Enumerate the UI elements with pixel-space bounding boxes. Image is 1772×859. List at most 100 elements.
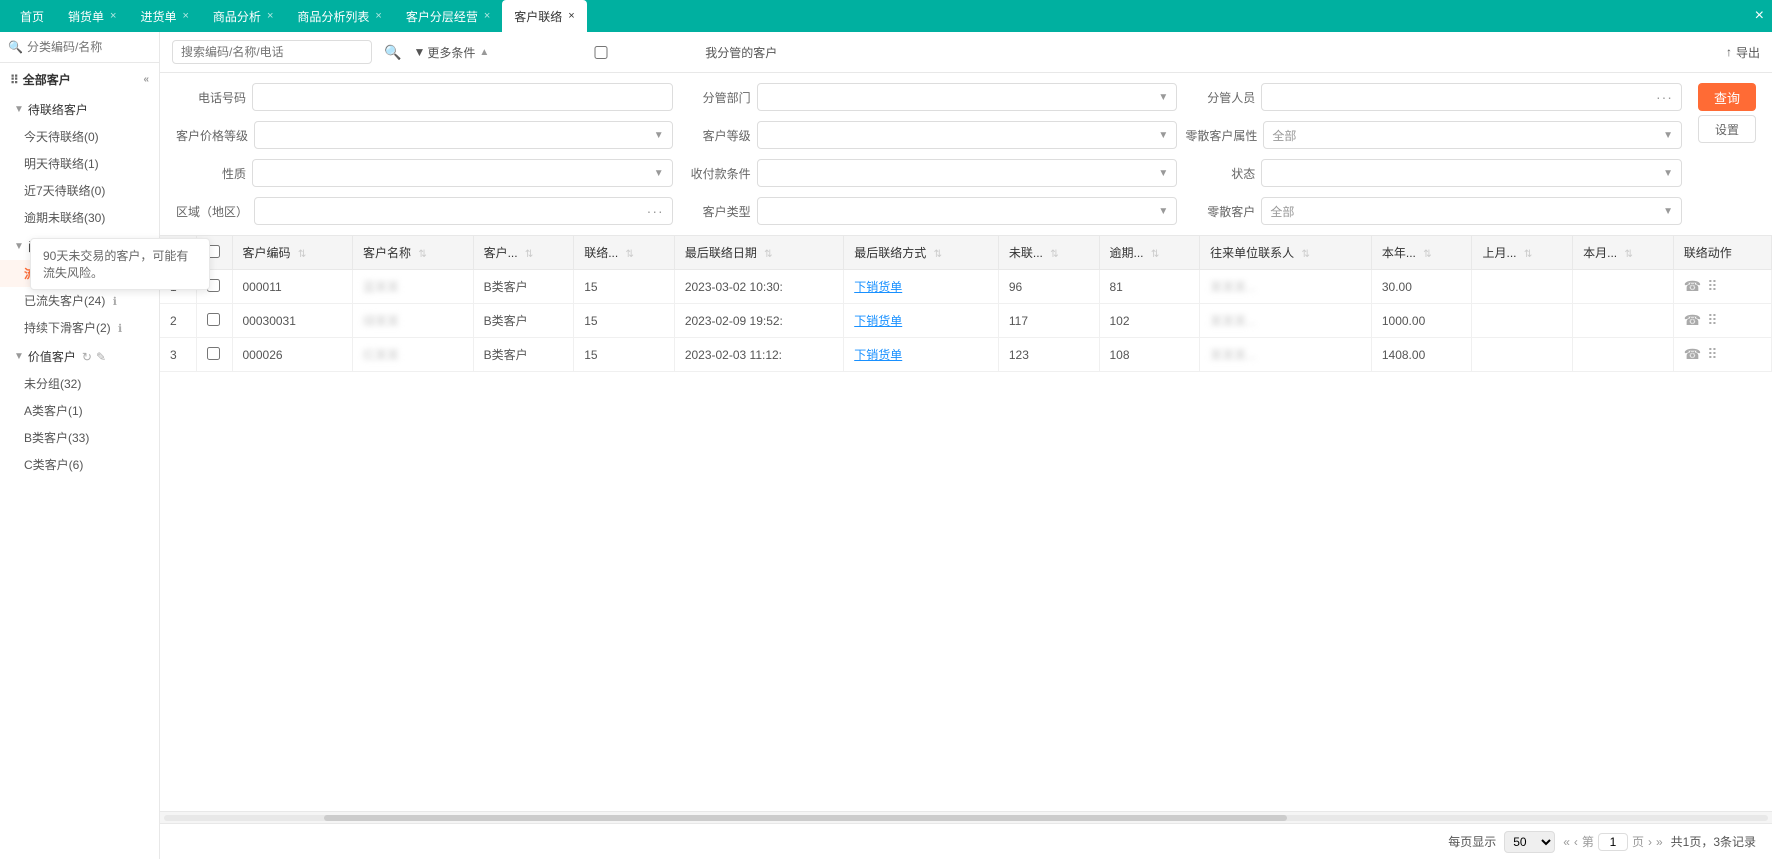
value-refresh-icon[interactable]: ↻ bbox=[82, 350, 92, 364]
col-this-year-sort[interactable]: ⇅ bbox=[1423, 249, 1431, 260]
col-name-sort[interactable]: ⇅ bbox=[418, 249, 426, 260]
main-container: 🔍 ⠿ 全部客户 « ▼ 待联络客户 今天待联络(0) 明天待联络(1) 近7天… bbox=[0, 32, 1772, 859]
my-customers-checkbox[interactable]: 我分管的客户 bbox=[501, 44, 777, 61]
filter-manager: 分管人员 ··· bbox=[1185, 83, 1682, 111]
filter-division-select[interactable]: ▼ bbox=[757, 83, 1178, 111]
pagination: « ‹ 第 页 › » bbox=[1563, 833, 1662, 851]
more-action-icon[interactable]: ⠿ bbox=[1707, 346, 1717, 363]
filter-zero-sales-attr-select[interactable]: 全部 ▼ bbox=[1263, 121, 1682, 149]
tab-customer-contact-close[interactable]: × bbox=[568, 10, 574, 22]
more-action-icon[interactable]: ⠿ bbox=[1707, 312, 1717, 329]
filter-price-level-select[interactable]: ▼ bbox=[254, 121, 673, 149]
tab-purchase-close[interactable]: × bbox=[182, 10, 188, 22]
sidebar-item-c-class[interactable]: C类客户(6) bbox=[0, 451, 159, 478]
row-last-date: 2023-02-03 11:12: bbox=[674, 338, 843, 372]
filter-customer-type-select[interactable]: ▼ bbox=[757, 197, 1178, 225]
tab-customer-layer[interactable]: 客户分层经营 × bbox=[394, 0, 502, 32]
filter-nature-select[interactable]: ▼ bbox=[252, 159, 673, 187]
tab-analysis-list-close[interactable]: × bbox=[375, 10, 381, 22]
tab-customer-contact[interactable]: 客户联络 × bbox=[502, 0, 586, 32]
col-overdue-sort[interactable]: ⇅ bbox=[1151, 249, 1159, 260]
filter-region-select[interactable]: ··· bbox=[254, 197, 673, 225]
prev-page-btn[interactable]: ‹ bbox=[1574, 835, 1578, 849]
row-this-year: 1408.00 bbox=[1371, 338, 1472, 372]
tab-sales-close[interactable]: × bbox=[110, 10, 116, 22]
search-input[interactable] bbox=[172, 40, 372, 64]
scrollbar-thumb[interactable] bbox=[324, 815, 1286, 821]
per-page-select[interactable]: 50 100 200 bbox=[1504, 831, 1555, 853]
tab-home[interactable]: 首页 bbox=[8, 0, 56, 32]
filter-pay-terms-select[interactable]: ▼ bbox=[757, 159, 1178, 187]
col-type-sort[interactable]: ⇅ bbox=[525, 249, 533, 260]
col-last-method-sort[interactable]: ⇅ bbox=[934, 249, 942, 260]
sidebar-item-overdue[interactable]: 逾期未联络(30) bbox=[0, 204, 159, 231]
next-page-btn[interactable]: › bbox=[1648, 835, 1652, 849]
contact-action-icon[interactable]: ☎ bbox=[1684, 278, 1701, 295]
more-conditions-btn[interactable]: ▼ 更多条件 ▲ bbox=[413, 44, 489, 61]
manager-dots[interactable]: ··· bbox=[1656, 89, 1673, 105]
last-method-link[interactable]: 下销货单 bbox=[854, 314, 902, 328]
sidebar-item-declining[interactable]: 持续下滑客户(2) ℹ bbox=[0, 314, 159, 341]
filter-search-icon[interactable]: 🔍 bbox=[384, 44, 401, 61]
filter-manager-select[interactable]: ··· bbox=[1261, 83, 1682, 111]
col-this-month-sort[interactable]: ⇅ bbox=[1624, 249, 1632, 260]
tab-analysis-close[interactable]: × bbox=[267, 10, 273, 22]
sidebar-group-value-title[interactable]: ▼ 价值客户 ↻ ✎ bbox=[0, 343, 159, 370]
my-customers-check[interactable] bbox=[501, 46, 701, 59]
first-page-btn[interactable]: « bbox=[1563, 835, 1570, 849]
sidebar-item-ungroup[interactable]: 未分组(32) bbox=[0, 370, 159, 397]
tab-purchase[interactable]: 进货单 × bbox=[128, 0, 200, 32]
col-last-date-sort[interactable]: ⇅ bbox=[764, 249, 772, 260]
filter-customer-level-select[interactable]: ▼ bbox=[757, 121, 1178, 149]
tab-analysis-list-label: 商品分析列表 bbox=[297, 8, 369, 25]
sidebar-search-input[interactable] bbox=[27, 40, 151, 54]
filter-zero-sales-val: 全部 bbox=[1270, 203, 1294, 220]
sidebar-item-tomorrow[interactable]: 明天待联络(1) bbox=[0, 150, 159, 177]
last-page-btn[interactable]: » bbox=[1656, 835, 1663, 849]
row-checkbox[interactable] bbox=[196, 304, 232, 338]
sidebar-group-pending-title[interactable]: ▼ 待联络客户 bbox=[0, 96, 159, 123]
filter-phone-input[interactable] bbox=[252, 83, 673, 111]
col-last-month-sort[interactable]: ⇅ bbox=[1524, 249, 1532, 260]
tab-analysis-list[interactable]: 商品分析列表 × bbox=[285, 0, 393, 32]
col-code-sort[interactable]: ⇅ bbox=[298, 249, 306, 260]
sidebar-item-b-class[interactable]: B类客户(33) bbox=[0, 424, 159, 451]
export-button[interactable]: ↑ 导出 bbox=[1726, 44, 1760, 61]
col-last-date: 最后联络日期 ⇅ bbox=[674, 236, 843, 270]
row-checkbox[interactable] bbox=[196, 338, 232, 372]
sidebar-item-today[interactable]: 今天待联络(0) bbox=[0, 123, 159, 150]
page-input[interactable] bbox=[1598, 833, 1628, 851]
col-contact-sort[interactable]: ⇅ bbox=[626, 249, 634, 260]
sidebar-item-7days-label: 近7天待联络(0) bbox=[24, 184, 105, 198]
sidebar-item-7days[interactable]: 近7天待联络(0) bbox=[0, 177, 159, 204]
sidebar-item-churned[interactable]: 已流失客户(24) ℹ bbox=[0, 287, 159, 314]
col-contact-person-sort[interactable]: ⇅ bbox=[1301, 249, 1309, 260]
churned-info-icon[interactable]: ℹ bbox=[113, 296, 117, 308]
sidebar-root-label[interactable]: ⠿ 全部客户 « bbox=[0, 63, 159, 96]
tab-analysis[interactable]: 商品分析 × bbox=[201, 0, 285, 32]
filter-status-select[interactable]: ▼ bbox=[1261, 159, 1682, 187]
more-action-icon[interactable]: ⠿ bbox=[1707, 278, 1717, 295]
row-select-checkbox[interactable] bbox=[207, 347, 220, 360]
query-button[interactable]: 查询 bbox=[1698, 83, 1756, 111]
value-edit-icon[interactable]: ✎ bbox=[96, 350, 106, 364]
region-dots[interactable]: ··· bbox=[647, 203, 664, 219]
tab-customer-layer-label: 客户分层经营 bbox=[406, 8, 478, 25]
col-type: 客户... ⇅ bbox=[473, 236, 574, 270]
sidebar-item-a-class[interactable]: A类客户(1) bbox=[0, 397, 159, 424]
tab-analysis-label: 商品分析 bbox=[213, 8, 261, 25]
last-method-link[interactable]: 下销货单 bbox=[854, 348, 902, 362]
row-last-month bbox=[1472, 270, 1573, 304]
tab-customer-layer-close[interactable]: × bbox=[484, 10, 490, 22]
row-select-checkbox[interactable] bbox=[207, 313, 220, 326]
declining-info-icon[interactable]: ℹ bbox=[118, 323, 122, 335]
filter-zero-sales-select[interactable]: 全部 ▼ bbox=[1261, 197, 1682, 225]
col-uncontacted-sort[interactable]: ⇅ bbox=[1050, 249, 1058, 260]
contact-action-icon[interactable]: ☎ bbox=[1684, 346, 1701, 363]
settings-button[interactable]: 设置 bbox=[1698, 115, 1756, 143]
horizontal-scrollbar[interactable] bbox=[160, 811, 1772, 823]
window-close-button[interactable]: × bbox=[1755, 7, 1764, 25]
last-method-link[interactable]: 下销货单 bbox=[854, 280, 902, 294]
contact-action-icon[interactable]: ☎ bbox=[1684, 312, 1701, 329]
tab-sales[interactable]: 销货单 × bbox=[56, 0, 128, 32]
